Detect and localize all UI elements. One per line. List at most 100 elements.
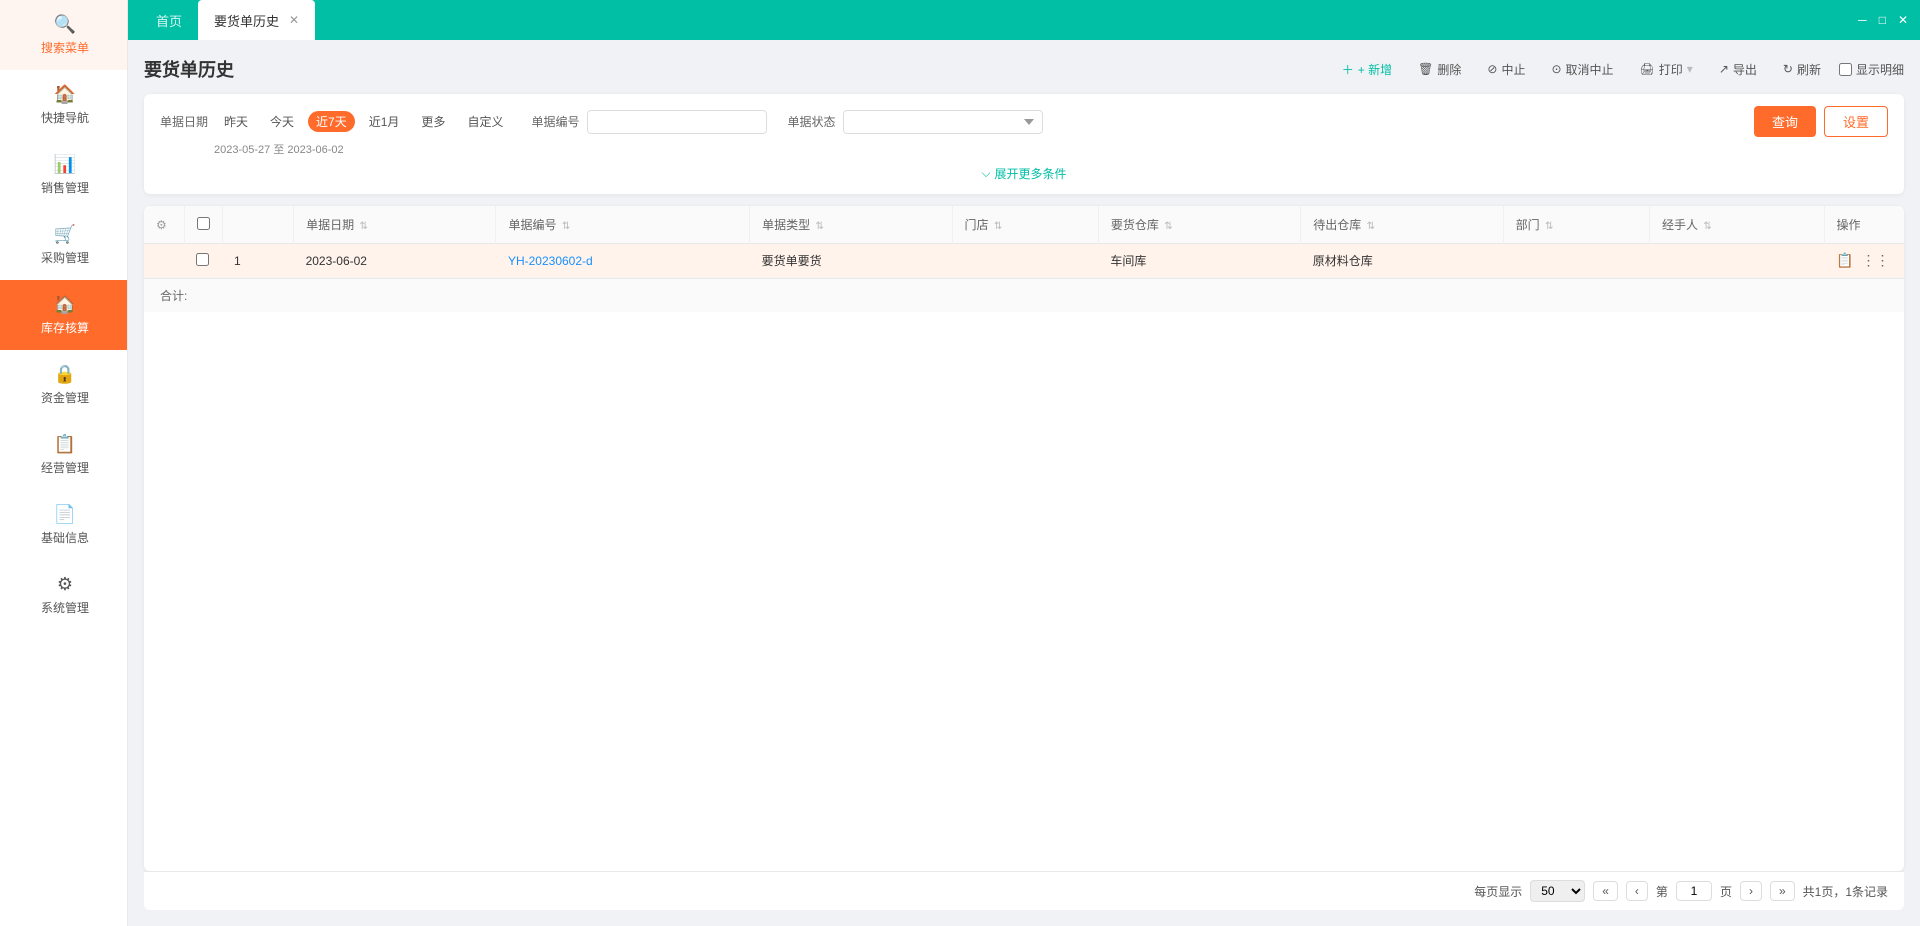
cell-checkbox <box>184 244 222 278</box>
date-shortcut-更多[interactable]: 更多 <box>413 111 453 132</box>
sort-reqwarehouse-icon[interactable]: ⇅ <box>1164 221 1172 232</box>
display-detail-input[interactable] <box>1839 63 1852 76</box>
delete-button[interactable]: 🗑 删除 <box>1410 57 1469 82</box>
sidebar-item-search-menu[interactable]: 🔍 搜索菜单 <box>0 0 127 70</box>
cancel-stop-button[interactable]: ⊙ 取消中止 <box>1543 57 1621 82</box>
new-icon: ＋ <box>1342 61 1354 78</box>
col-pendingwarehouse-header: 待出仓库 ⇅ <box>1301 206 1503 244</box>
col-reqwarehouse-header: 要货仓库 ⇅ <box>1098 206 1300 244</box>
data-table: ⚙ 单据日期 ⇅ 单据编号 ⇅ <box>144 206 1904 278</box>
sort-store-icon[interactable]: ⇅ <box>994 221 1002 232</box>
date-range-display: 2023-05-27 至 2023-06-02 <box>214 141 1888 157</box>
date-shortcut-今天[interactable]: 今天 <box>262 111 302 132</box>
query-button[interactable]: 查询 <box>1754 106 1816 137</box>
next-page-btn[interactable]: › <box>1740 881 1762 901</box>
topbar-close-btn[interactable]: ✕ <box>1898 13 1908 27</box>
page-number-input[interactable] <box>1676 881 1712 901</box>
tab-close-requisition-history[interactable]: ✕ <box>289 13 299 27</box>
filter-actions: 查询 设置 <box>1754 106 1888 137</box>
sidebar-item-quick-nav[interactable]: 🏠 快捷导航 <box>0 70 127 140</box>
tab-requisition-history[interactable]: 要货单历史✕ <box>198 0 315 40</box>
prev-page-btn[interactable]: ‹ <box>1626 881 1648 901</box>
sidebar-item-system[interactable]: ⚙ 系统管理 <box>0 560 127 630</box>
quick-nav-icon: 🏠 <box>54 84 76 105</box>
sidebar-item-label: 系统管理 <box>41 599 89 616</box>
search-menu-icon: 🔍 <box>54 14 76 35</box>
date-shortcut-近7天[interactable]: 近7天 <box>308 111 355 132</box>
col-docno-header: 单据编号 ⇅ <box>496 206 750 244</box>
sort-date-icon[interactable]: ⇅ <box>359 221 367 232</box>
sidebar-item-inventory[interactable]: 🏠 库存核算 <box>0 280 127 350</box>
cell-handler <box>1650 244 1824 278</box>
operations-icon: 📋 <box>54 434 76 455</box>
print-button[interactable]: 🖨 打印 ▾ <box>1632 57 1701 82</box>
first-page-btn[interactable]: « <box>1593 881 1618 901</box>
stop-button[interactable]: ⊘ 中止 <box>1479 57 1533 82</box>
finance-icon: 🔒 <box>54 364 76 385</box>
col-store-header: 门店 ⇅ <box>952 206 1098 244</box>
cancel-stop-icon: ⊙ <box>1551 62 1561 76</box>
col-dept-header: 部门 ⇅ <box>1503 206 1649 244</box>
row-more-btn[interactable]: ⋮⋮ <box>1861 252 1889 269</box>
sidebar-item-finance[interactable]: 🔒 资金管理 <box>0 350 127 420</box>
topbar-maximize-btn[interactable]: □ <box>1879 13 1886 27</box>
col-checkbox-header <box>184 206 222 244</box>
cell-settings <box>144 244 184 278</box>
row-checkbox[interactable] <box>196 253 209 266</box>
settings-button[interactable]: 设置 <box>1824 106 1888 137</box>
sidebar-item-basic-info[interactable]: 📄 基础信息 <box>0 490 127 560</box>
select-all-checkbox[interactable] <box>197 217 210 230</box>
row-edit-btn[interactable]: 📋 <box>1836 252 1853 269</box>
export-icon: ↗ <box>1719 62 1729 76</box>
status-filter-group: 单据状态 草稿 已确认 已完成 已取消 <box>787 110 1043 134</box>
action-buttons: ＋ + 新增 🗑 删除 ⊘ 中止 ⊙ 取消中止 🖨 打印 <box>1334 57 1904 82</box>
sort-handler-icon[interactable]: ⇅ <box>1703 221 1711 232</box>
cell-store <box>952 244 1098 278</box>
cell-reqwarehouse: 车间库 <box>1098 244 1300 278</box>
cell-date: 2023-06-02 <box>294 244 496 278</box>
export-button[interactable]: ↗ 导出 <box>1711 57 1765 82</box>
docno-link[interactable]: YH-20230602-d <box>508 254 593 268</box>
cell-dept <box>1503 244 1649 278</box>
date-shortcut-自定义[interactable]: 自定义 <box>459 111 511 132</box>
date-filter-label: 单据日期 <box>160 113 208 130</box>
docno-input[interactable] <box>587 110 767 134</box>
new-button[interactable]: ＋ + 新增 <box>1334 57 1400 82</box>
sidebar-item-label: 销售管理 <box>41 179 89 196</box>
expand-more-btn[interactable]: ⌵ 展开更多条件 <box>160 165 1888 182</box>
display-detail-checkbox[interactable]: 显示明细 <box>1839 61 1904 78</box>
topbar-minimize-btn[interactable]: ─ <box>1858 13 1867 27</box>
sidebar-item-sales[interactable]: 📊 销售管理 <box>0 140 127 210</box>
table-container: ⚙ 单据日期 ⇅ 单据编号 ⇅ <box>144 206 1904 871</box>
col-index-header <box>222 206 294 244</box>
sales-icon: 📊 <box>54 154 76 175</box>
date-shortcut-昨天[interactable]: 昨天 <box>216 111 256 132</box>
page-size-select[interactable]: 50 20 100 <box>1530 880 1585 902</box>
sort-dept-icon[interactable]: ⇅ <box>1545 221 1553 232</box>
sort-doctype-icon[interactable]: ⇅ <box>815 221 823 232</box>
date-filter-group: 单据日期 昨天今天近7天近1月更多自定义 <box>160 111 511 132</box>
column-settings-icon[interactable]: ⚙ <box>156 218 167 232</box>
refresh-button[interactable]: ↻ 刷新 <box>1775 57 1829 82</box>
system-icon: ⚙ <box>57 574 73 595</box>
page-goto-label: 第 <box>1656 883 1668 900</box>
docno-filter-group: 单据编号 <box>531 110 767 134</box>
sort-pendingwarehouse-icon[interactable]: ⇅ <box>1367 221 1375 232</box>
sidebar-item-operations[interactable]: 📋 经营管理 <box>0 420 127 490</box>
filter-panel: 单据日期 昨天今天近7天近1月更多自定义 单据编号 单据状态 草稿 已确 <box>144 94 1904 194</box>
col-doctype-header: 单据类型 ⇅ <box>750 206 952 244</box>
cell-index: 1 <box>222 244 294 278</box>
sidebar-item-label: 经营管理 <box>41 459 89 476</box>
sidebar-item-purchase[interactable]: 🛒 采购管理 <box>0 210 127 280</box>
tab-home[interactable]: 首页 <box>140 0 198 40</box>
expand-icon: ⌵ <box>981 166 990 181</box>
date-shortcut-近1月[interactable]: 近1月 <box>361 111 408 132</box>
last-page-btn[interactable]: » <box>1770 881 1795 901</box>
cell-doctype: 要货单要货 <box>750 244 952 278</box>
col-settings-header: ⚙ <box>144 206 184 244</box>
page-suffix: 页 <box>1720 883 1732 900</box>
purchase-icon: 🛒 <box>54 224 76 245</box>
print-icon: 🖨 <box>1640 62 1655 76</box>
status-select[interactable]: 草稿 已确认 已完成 已取消 <box>843 110 1043 134</box>
sort-docno-icon[interactable]: ⇅ <box>562 221 570 232</box>
